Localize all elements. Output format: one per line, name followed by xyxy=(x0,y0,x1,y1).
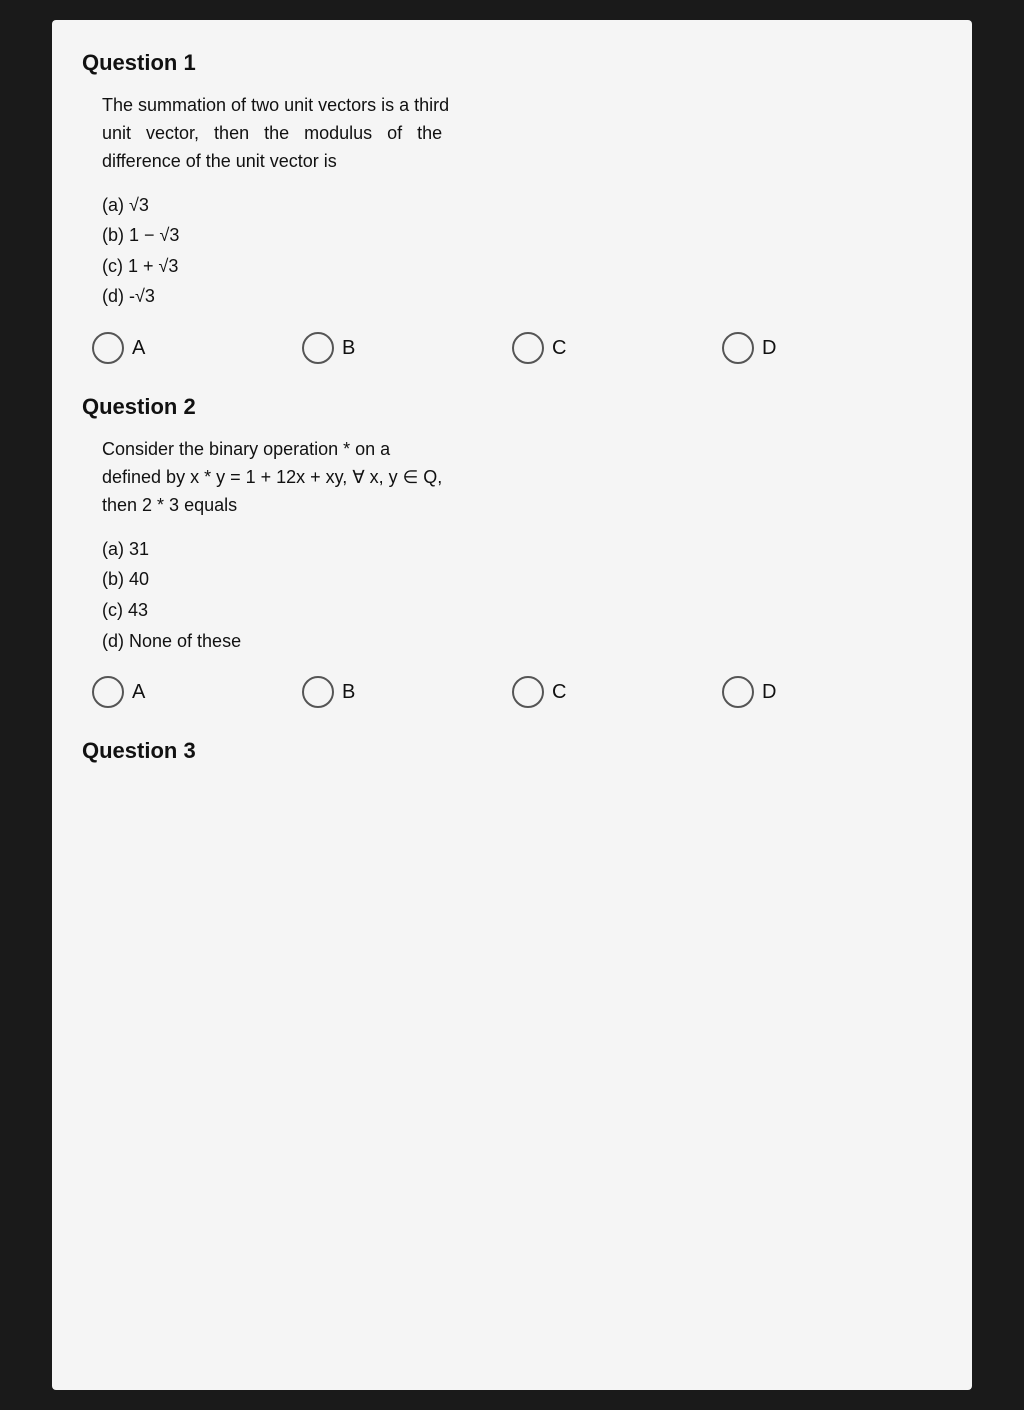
question-1-text: The summation of two unit vectors is a t… xyxy=(82,92,942,176)
question-2-title: Question 2 xyxy=(82,394,942,420)
question-1-radio-row: A B C D xyxy=(82,332,942,364)
q2-radio-b[interactable]: B xyxy=(302,676,512,708)
q1-radio-circle-c[interactable] xyxy=(512,332,544,364)
q2-radio-label-b: B xyxy=(342,681,355,704)
screen: Question 1 The summation of two unit vec… xyxy=(52,20,972,1390)
q1-radio-label-d: D xyxy=(762,337,776,360)
q2-option-a: (a) 31 xyxy=(102,534,942,565)
question-2-text: Consider the binary operation * on a def… xyxy=(82,436,942,520)
q2-option-b: (b) 40 xyxy=(102,564,942,595)
q2-radio-circle-a[interactable] xyxy=(92,676,124,708)
q1-option-a: (a) √3 xyxy=(102,190,942,221)
q2-radio-a[interactable]: A xyxy=(92,676,302,708)
q1-radio-label-a: A xyxy=(132,337,145,360)
q1-radio-d[interactable]: D xyxy=(722,332,932,364)
q2-radio-label-d: D xyxy=(762,681,776,704)
question-1-title: Question 1 xyxy=(82,50,942,76)
q1-radio-label-b: B xyxy=(342,337,355,360)
question-3-block: Question 3 xyxy=(82,738,942,764)
q1-radio-a[interactable]: A xyxy=(92,332,302,364)
phone-frame: Question 1 The summation of two unit vec… xyxy=(0,0,1024,1410)
q2-option-c: (c) 43 xyxy=(102,595,942,626)
q2-radio-d[interactable]: D xyxy=(722,676,932,708)
q2-radio-label-c: C xyxy=(552,681,566,704)
question-2-options: (a) 31 (b) 40 (c) 43 (d) None of these xyxy=(82,534,942,656)
question-1-block: Question 1 The summation of two unit vec… xyxy=(82,50,942,364)
q1-radio-circle-d[interactable] xyxy=(722,332,754,364)
q2-radio-circle-c[interactable] xyxy=(512,676,544,708)
q1-option-b: (b) 1 − √3 xyxy=(102,220,942,251)
q1-option-d: (d) -√3 xyxy=(102,281,942,312)
q1-radio-label-c: C xyxy=(552,337,566,360)
q1-option-c: (c) 1 + √3 xyxy=(102,251,942,282)
question-2-block: Question 2 Consider the binary operation… xyxy=(82,394,942,708)
q2-radio-label-a: A xyxy=(132,681,145,704)
q1-radio-circle-a[interactable] xyxy=(92,332,124,364)
q2-radio-circle-d[interactable] xyxy=(722,676,754,708)
q1-radio-c[interactable]: C xyxy=(512,332,722,364)
q1-radio-b[interactable]: B xyxy=(302,332,512,364)
question-1-options: (a) √3 (b) 1 − √3 (c) 1 + √3 (d) -√3 xyxy=(82,190,942,312)
q2-radio-c[interactable]: C xyxy=(512,676,722,708)
q2-radio-circle-b[interactable] xyxy=(302,676,334,708)
q2-option-d: (d) None of these xyxy=(102,626,942,657)
question-3-title: Question 3 xyxy=(82,738,942,764)
q1-radio-circle-b[interactable] xyxy=(302,332,334,364)
question-2-radio-row: A B C D xyxy=(82,676,942,708)
